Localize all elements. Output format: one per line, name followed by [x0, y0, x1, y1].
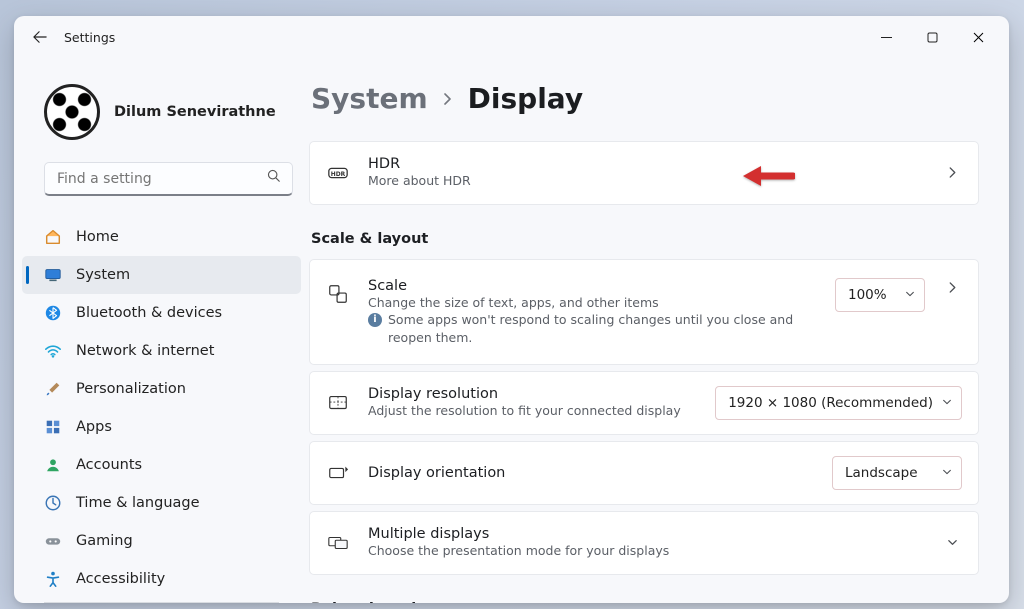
minimize-button[interactable]: [863, 19, 909, 55]
select-value: Landscape: [845, 465, 918, 481]
arrow-left-icon: [33, 30, 47, 44]
gamepad-icon: [44, 532, 62, 550]
search-icon: [267, 169, 281, 183]
wifi-icon: [44, 342, 62, 360]
sidebar-item-label: Gaming: [76, 533, 133, 549]
maximize-icon: [927, 32, 938, 43]
scale-select[interactable]: 100%: [835, 278, 925, 312]
nav: Home System Bluetooth & devices Network …: [14, 210, 309, 603]
section-related: Related settings: [311, 601, 979, 604]
sidebar-item-apps[interactable]: Apps: [22, 408, 301, 446]
nav-separator: [44, 602, 279, 603]
sidebar-item-label: Home: [76, 229, 119, 245]
card-title: Display orientation: [368, 465, 814, 481]
chevron-right-icon: [943, 163, 962, 182]
card-title: Multiple displays: [368, 526, 925, 542]
chevron-down-icon: [942, 395, 952, 411]
multiple-displays-card[interactable]: Multiple displays Choose the presentatio…: [309, 511, 979, 575]
sidebar-item-label: Apps: [76, 419, 112, 435]
sidebar-item-system[interactable]: System: [22, 256, 301, 294]
accessibility-icon: [44, 570, 62, 588]
sidebar-item-bluetooth[interactable]: Bluetooth & devices: [22, 294, 301, 332]
home-icon: [44, 228, 62, 246]
chevron-down-icon: [942, 465, 952, 481]
apps-icon: [44, 418, 62, 436]
sidebar-item-gaming[interactable]: Gaming: [22, 522, 301, 560]
sidebar-item-label: System: [76, 267, 130, 283]
breadcrumb: System Display: [309, 82, 979, 115]
info-icon: i: [368, 313, 382, 327]
resolution-icon: [326, 391, 350, 415]
hdr-card[interactable]: HDR HDR More about HDR: [309, 141, 979, 205]
card-title: HDR: [368, 156, 925, 172]
profile-block[interactable]: Dilum Senevirathne: [14, 62, 309, 158]
select-value: 1920 × 1080 (Recommended): [728, 395, 933, 411]
search-input[interactable]: [44, 162, 293, 196]
sidebar-item-time-language[interactable]: Time & language: [22, 484, 301, 522]
card-subtitle: Choose the presentation mode for your di…: [368, 542, 925, 560]
brush-icon: [44, 380, 62, 398]
search-wrap: [14, 158, 309, 210]
sidebar: Dilum Senevirathne Home System Bluetooth…: [14, 58, 309, 603]
chevron-right-icon: [442, 93, 454, 105]
titlebar: Settings: [14, 16, 1009, 58]
breadcrumb-current: Display: [468, 82, 583, 115]
close-button[interactable]: [955, 19, 1001, 55]
chevron-right-icon: [943, 278, 962, 297]
resolution-card[interactable]: Display resolution Adjust the resolution…: [309, 371, 979, 435]
scale-icon: [326, 282, 350, 306]
minimize-icon: [881, 32, 892, 43]
sidebar-item-home[interactable]: Home: [22, 218, 301, 256]
person-icon: [44, 456, 62, 474]
card-info-text: Some apps won't respond to scaling chang…: [388, 311, 817, 346]
card-title: Display resolution: [368, 386, 697, 402]
sidebar-item-personalization[interactable]: Personalization: [22, 370, 301, 408]
sidebar-item-label: Personalization: [76, 381, 186, 397]
sidebar-item-label: Accessibility: [76, 571, 165, 587]
svg-text:HDR: HDR: [331, 171, 346, 178]
section-scale-layout: Scale & layout: [311, 231, 979, 247]
multiple-displays-icon: [326, 531, 350, 555]
sidebar-item-network[interactable]: Network & internet: [22, 332, 301, 370]
chevron-down-icon: [905, 287, 915, 303]
card-title: Scale: [368, 278, 817, 294]
select-value: 100%: [848, 287, 887, 303]
maximize-button[interactable]: [909, 19, 955, 55]
sidebar-item-label: Time & language: [76, 495, 200, 511]
system-icon: [44, 266, 62, 284]
card-subtitle: Change the size of text, apps, and other…: [368, 294, 817, 312]
orientation-select[interactable]: Landscape: [832, 456, 962, 490]
card-subtitle: Adjust the resolution to fit your connec…: [368, 402, 697, 420]
sidebar-item-label: Network & internet: [76, 343, 214, 359]
close-icon: [973, 32, 984, 43]
clock-icon: [44, 494, 62, 512]
back-button[interactable]: [22, 19, 58, 55]
orientation-card[interactable]: Display orientation Landscape: [309, 441, 979, 505]
sidebar-item-label: Accounts: [76, 457, 142, 473]
scale-card[interactable]: Scale Change the size of text, apps, and…: [309, 259, 979, 366]
avatar: [44, 84, 100, 140]
sidebar-item-label: Bluetooth & devices: [76, 305, 222, 321]
settings-window: Settings Dilum Senevirathne Hom: [14, 16, 1009, 603]
bluetooth-icon: [44, 304, 62, 322]
orientation-icon: [326, 461, 350, 485]
app-title: Settings: [64, 30, 115, 45]
profile-name: Dilum Senevirathne: [114, 104, 276, 120]
hdr-icon: HDR: [326, 161, 350, 185]
main-content: System Display HDR HDR More about HDR Sc…: [309, 58, 1009, 603]
card-subtitle: More about HDR: [368, 172, 925, 190]
chevron-down-icon: [943, 533, 962, 552]
resolution-select[interactable]: 1920 × 1080 (Recommended): [715, 386, 962, 420]
sidebar-item-accounts[interactable]: Accounts: [22, 446, 301, 484]
breadcrumb-parent[interactable]: System: [311, 82, 428, 115]
sidebar-item-accessibility[interactable]: Accessibility: [22, 560, 301, 598]
